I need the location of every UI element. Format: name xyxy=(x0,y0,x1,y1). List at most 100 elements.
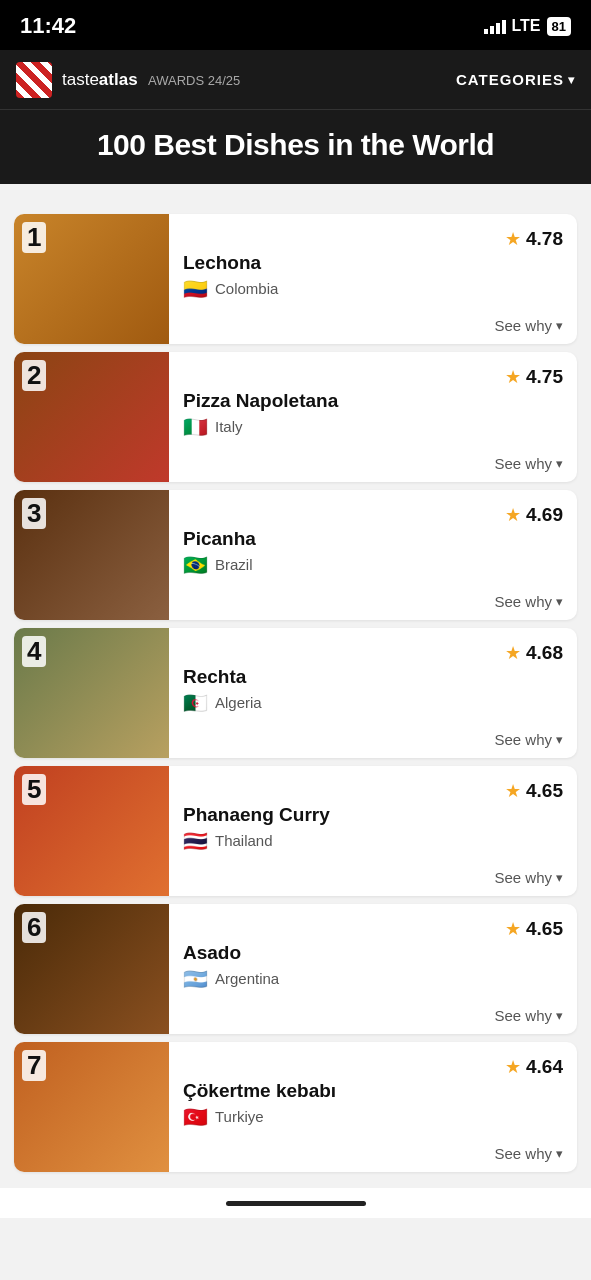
country-flag: 🇨🇴 xyxy=(183,279,208,299)
dish-name: Lechona xyxy=(183,252,563,275)
status-time: 11:42 xyxy=(20,13,76,39)
dish-score: 4.69 xyxy=(526,504,563,526)
dish-info: ★ 4.64 Çökertme kebabı 🇹🇷 Turkiye See wh… xyxy=(169,1042,577,1172)
dish-name: Pizza Napoletana xyxy=(183,390,563,413)
dish-score-row: ★ 4.65 xyxy=(183,918,563,940)
dish-card: 1 ★ 4.78 Lechona 🇨🇴 Colombia See why ▾ xyxy=(14,214,577,344)
nav-awards: AWARDS 24/25 xyxy=(148,73,240,88)
dish-card: 4 ★ 4.68 Rechta 🇩🇿 Algeria See why ▾ xyxy=(14,628,577,758)
country-name: Colombia xyxy=(215,280,278,297)
logo-icon xyxy=(16,62,52,98)
dish-card: 5 ★ 4.65 Phanaeng Curry 🇹🇭 Thailand See … xyxy=(14,766,577,896)
dish-score: 4.78 xyxy=(526,228,563,250)
see-why-label: See why xyxy=(494,869,552,886)
country-name: Algeria xyxy=(215,694,262,711)
chevron-down-icon: ▾ xyxy=(556,870,563,885)
see-why-button[interactable]: See why ▾ xyxy=(183,317,563,334)
categories-button[interactable]: CATEGORIES ▾ xyxy=(456,71,575,88)
star-icon: ★ xyxy=(505,228,521,250)
dish-score-row: ★ 4.65 xyxy=(183,780,563,802)
dish-card: 3 ★ 4.69 Picanha 🇧🇷 Brazil See why ▾ xyxy=(14,490,577,620)
chevron-down-icon: ▾ xyxy=(556,1008,563,1023)
dish-rank-img: 1 xyxy=(14,214,169,344)
country-name: Thailand xyxy=(215,832,273,849)
logo-text: tasteatlas AWARDS 24/25 xyxy=(62,70,240,90)
logo-atlas: atlas xyxy=(99,70,138,89)
see-why-button[interactable]: See why ▾ xyxy=(183,1007,563,1024)
dish-rank-img: 2 xyxy=(14,352,169,482)
home-indicator xyxy=(226,1201,366,1206)
see-why-label: See why xyxy=(494,317,552,334)
dish-rank: 4 xyxy=(22,636,46,667)
see-why-button[interactable]: See why ▾ xyxy=(183,869,563,886)
dish-rank: 3 xyxy=(22,498,46,529)
chevron-down-icon: ▾ xyxy=(556,318,563,333)
see-why-label: See why xyxy=(494,593,552,610)
dish-rank-img: 4 xyxy=(14,628,169,758)
star-icon: ★ xyxy=(505,366,521,388)
star-icon: ★ xyxy=(505,642,521,664)
dish-rank-img: 5 xyxy=(14,766,169,896)
dish-rank: 1 xyxy=(22,222,46,253)
scroll-hint xyxy=(0,184,591,198)
country-flag: 🇹🇭 xyxy=(183,831,208,851)
chevron-down-icon: ▾ xyxy=(556,594,563,609)
dish-country: 🇦🇷 Argentina xyxy=(183,969,563,989)
dish-info: ★ 4.78 Lechona 🇨🇴 Colombia See why ▾ xyxy=(169,214,577,344)
chevron-down-icon: ▾ xyxy=(556,456,563,471)
country-name: Turkiye xyxy=(215,1108,264,1125)
dish-score-row: ★ 4.68 xyxy=(183,642,563,664)
nav-bar: tasteatlas AWARDS 24/25 CATEGORIES ▾ xyxy=(0,50,591,110)
battery-badge: 81 xyxy=(547,17,571,36)
dish-name: Asado xyxy=(183,942,563,965)
dish-score-row: ★ 4.78 xyxy=(183,228,563,250)
country-flag: 🇮🇹 xyxy=(183,417,208,437)
see-why-button[interactable]: See why ▾ xyxy=(183,1145,563,1162)
dish-rank: 5 xyxy=(22,774,46,805)
status-bar: 11:42 LTE 81 xyxy=(0,0,591,50)
lte-label: LTE xyxy=(512,17,541,35)
dish-score-row: ★ 4.64 xyxy=(183,1056,563,1078)
categories-label: CATEGORIES xyxy=(456,71,564,88)
dish-info: ★ 4.65 Asado 🇦🇷 Argentina See why ▾ xyxy=(169,904,577,1034)
dish-rank: 2 xyxy=(22,360,46,391)
chevron-down-icon: ▾ xyxy=(556,1146,563,1161)
country-name: Brazil xyxy=(215,556,253,573)
dish-country: 🇮🇹 Italy xyxy=(183,417,563,437)
see-why-button[interactable]: See why ▾ xyxy=(183,455,563,472)
see-why-button[interactable]: See why ▾ xyxy=(183,731,563,748)
see-why-button[interactable]: See why ▾ xyxy=(183,593,563,610)
country-flag: 🇧🇷 xyxy=(183,555,208,575)
see-why-label: See why xyxy=(494,1007,552,1024)
bottom-bar xyxy=(0,1188,591,1218)
see-why-label: See why xyxy=(494,455,552,472)
dish-score: 4.65 xyxy=(526,918,563,940)
dish-list: 1 ★ 4.78 Lechona 🇨🇴 Colombia See why ▾ xyxy=(0,198,591,1188)
dish-country: 🇩🇿 Algeria xyxy=(183,693,563,713)
dish-name: Picanha xyxy=(183,528,563,551)
see-why-label: See why xyxy=(494,731,552,748)
chevron-down-icon: ▾ xyxy=(568,73,575,87)
nav-logo: tasteatlas AWARDS 24/25 xyxy=(16,62,240,98)
dish-rank-img: 6 xyxy=(14,904,169,1034)
dish-info: ★ 4.75 Pizza Napoletana 🇮🇹 Italy See why… xyxy=(169,352,577,482)
country-name: Italy xyxy=(215,418,243,435)
dish-name: Phanaeng Curry xyxy=(183,804,563,827)
dish-name: Çökertme kebabı xyxy=(183,1080,563,1103)
dish-name: Rechta xyxy=(183,666,563,689)
dish-card: 2 ★ 4.75 Pizza Napoletana 🇮🇹 Italy See w… xyxy=(14,352,577,482)
dish-score-row: ★ 4.69 xyxy=(183,504,563,526)
country-flag: 🇦🇷 xyxy=(183,969,208,989)
dish-country: 🇹🇭 Thailand xyxy=(183,831,563,851)
logo-taste: taste xyxy=(62,70,99,89)
signal-icon xyxy=(484,18,506,34)
dish-rank: 6 xyxy=(22,912,46,943)
status-right: LTE 81 xyxy=(484,17,572,36)
star-icon: ★ xyxy=(505,780,521,802)
star-icon: ★ xyxy=(505,918,521,940)
dish-rank-img: 7 xyxy=(14,1042,169,1172)
dish-score: 4.64 xyxy=(526,1056,563,1078)
star-icon: ★ xyxy=(505,504,521,526)
dish-country: 🇨🇴 Colombia xyxy=(183,279,563,299)
star-icon: ★ xyxy=(505,1056,521,1078)
